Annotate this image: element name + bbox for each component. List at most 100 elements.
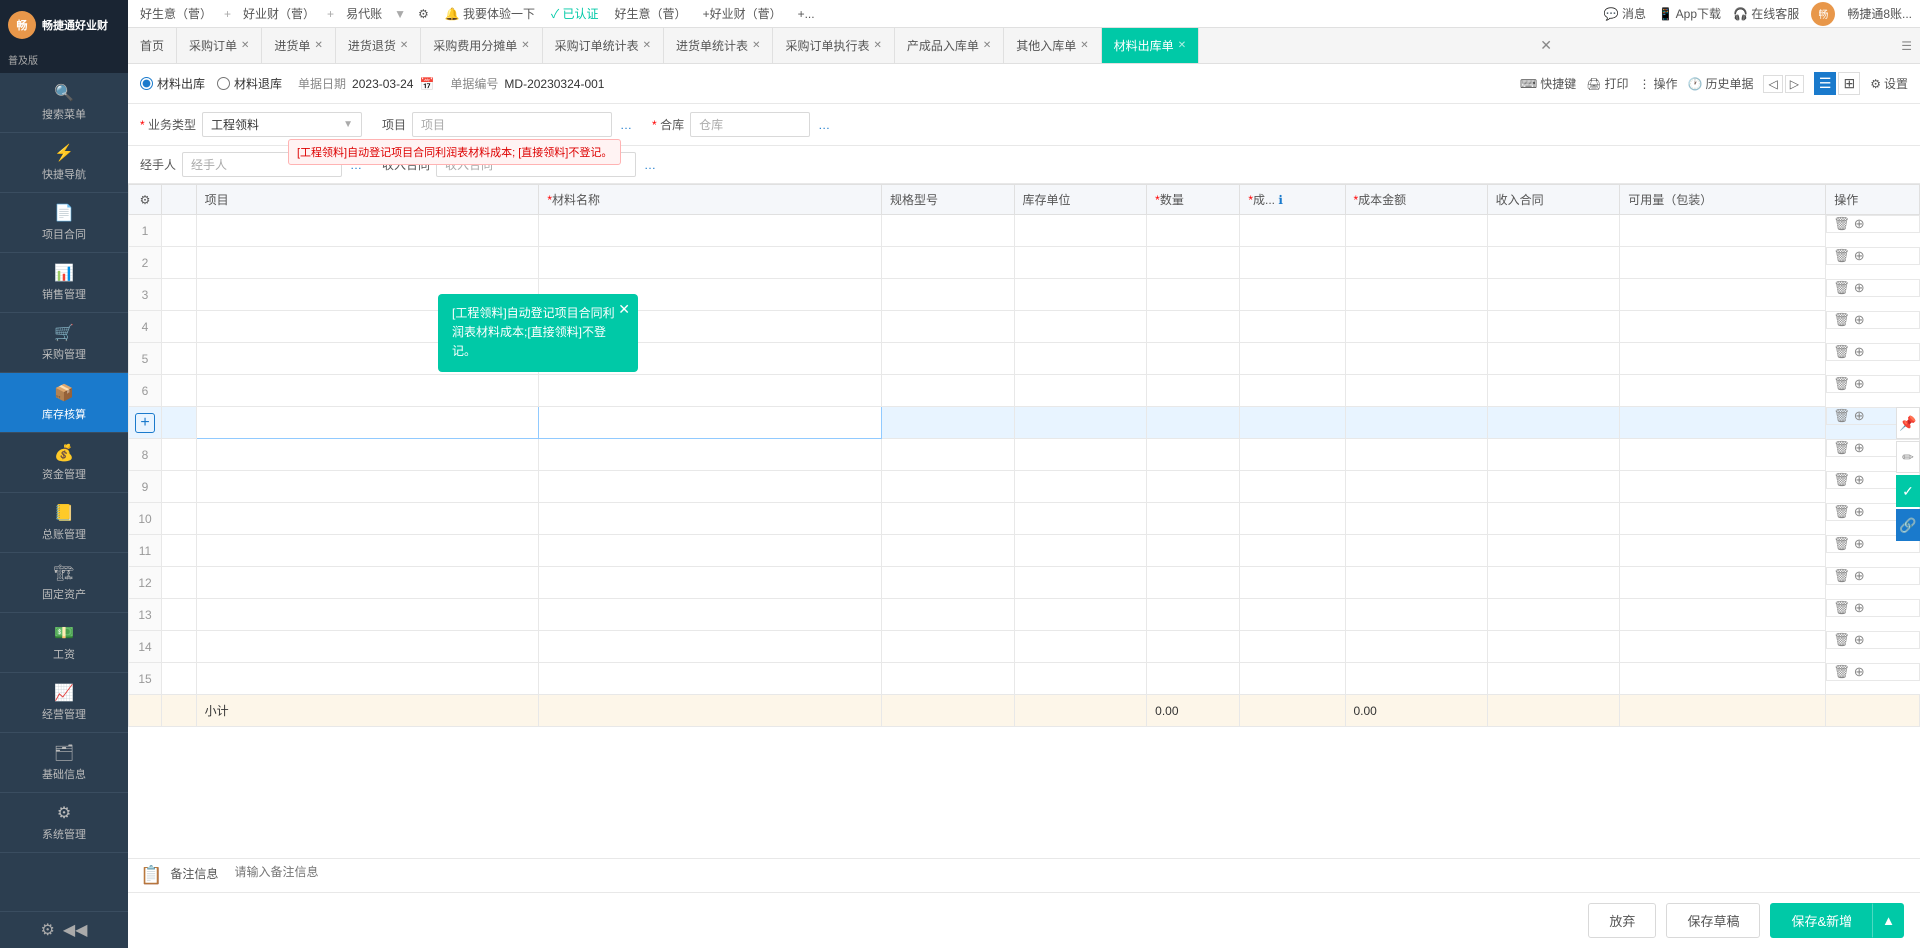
copy-row-btn[interactable]: ⊕	[1854, 312, 1865, 328]
quick-key-btn[interactable]: ⌨ 快捷键	[1520, 75, 1576, 92]
sidebar-item-payroll[interactable]: 💵 工资	[0, 613, 128, 673]
copy-row-btn[interactable]: ⊕	[1854, 408, 1865, 424]
copy-row-btn[interactable]: ⊕	[1854, 504, 1865, 520]
copy-row-btn[interactable]: ⊕	[1854, 536, 1865, 552]
settings-btn[interactable]: ⚙ 设置	[1870, 75, 1908, 92]
topbar-haoyecai[interactable]: 好业财（菅）	[239, 5, 319, 22]
sidebar-item-quick-nav[interactable]: ⚡ 快捷导航	[0, 133, 128, 193]
sidebar-item-ledger[interactable]: 📒 总账管理	[0, 493, 128, 553]
copy-row-btn[interactable]: ⊕	[1854, 440, 1865, 456]
operation-btn[interactable]: ⋮ 操作	[1638, 75, 1677, 92]
nav-prev[interactable]: ◁	[1763, 75, 1782, 93]
tab-incoming-stat[interactable]: 进货单统计表✕	[664, 28, 773, 63]
delete-row-btn[interactable]: 🗑	[1833, 632, 1850, 648]
right-float-check[interactable]: ✓	[1896, 475, 1920, 507]
warehouse-input[interactable]: 仓库	[690, 112, 810, 137]
sidebar-item-operations[interactable]: 📈 经营管理	[0, 673, 128, 733]
delete-row-btn[interactable]: 🗑	[1833, 248, 1850, 264]
warehouse-lookup-icon[interactable]: …	[818, 118, 830, 132]
delete-row-btn[interactable]: 🗑	[1833, 216, 1850, 232]
delete-row-btn[interactable]: 🗑	[1833, 344, 1850, 360]
topbar-app-download[interactable]: 📱 App下载	[1658, 5, 1721, 22]
tab-close-incoming[interactable]: ✕	[314, 40, 322, 51]
tab-purchase-order[interactable]: 采购订单✕	[177, 28, 262, 63]
sidebar-item-sales[interactable]: 📊 销售管理	[0, 253, 128, 313]
sidebar-item-basic-info[interactable]: 🗂 基础信息	[0, 733, 128, 793]
tab-more[interactable]: ☰	[1893, 28, 1920, 63]
topbar-experience[interactable]: 🔔 我要体验一下	[441, 5, 539, 22]
delete-row-btn[interactable]: 🗑	[1833, 280, 1850, 296]
delete-row-btn[interactable]: 🗑	[1833, 536, 1850, 552]
delete-row-btn[interactable]: 🗑	[1833, 568, 1850, 584]
save-draft-button[interactable]: 保存草稿	[1666, 903, 1760, 938]
copy-row-btn[interactable]: ⊕	[1854, 600, 1865, 616]
sidebar-item-finance[interactable]: 💰 资金管理	[0, 433, 128, 493]
print-btn[interactable]: 🖨 打印	[1586, 75, 1628, 92]
view-list-icon[interactable]: ☰	[1814, 72, 1837, 95]
tab-close-purchase-exec[interactable]: ✕	[873, 40, 881, 51]
topbar-more[interactable]: +...	[794, 7, 819, 21]
view-grid-icon[interactable]: ⊞	[1838, 72, 1860, 95]
save-new-button[interactable]: 保存&新增	[1770, 903, 1873, 938]
tab-purchase-exec[interactable]: 采购订单执行表✕	[773, 28, 894, 63]
tab-material-out[interactable]: 材料出库单✕	[1102, 28, 1199, 63]
delete-row-btn[interactable]: 🗑	[1833, 504, 1850, 520]
discard-button[interactable]: 放弃	[1588, 903, 1656, 938]
topbar-haoyecai2[interactable]: +好业财（菅）	[699, 5, 786, 22]
tab-purchase-cost[interactable]: 采购费用分摊单✕	[421, 28, 542, 63]
cost-info-icon[interactable]: ℹ	[1278, 193, 1283, 207]
right-float-pin[interactable]: 📌	[1896, 407, 1920, 439]
topbar-haoshengyi2[interactable]: 好生意（菅）	[611, 5, 691, 22]
date-value[interactable]: 2023-03-24	[352, 77, 413, 91]
sidebar-item-project-contract[interactable]: 📄 项目合同	[0, 193, 128, 253]
copy-row-btn[interactable]: ⊕	[1854, 248, 1865, 264]
tab-close-all[interactable]: ✕	[1532, 28, 1560, 63]
delete-row-btn[interactable]: 🗑	[1833, 664, 1850, 680]
delete-row-btn[interactable]: 🗑	[1833, 376, 1850, 392]
calendar-icon[interactable]: 📅	[419, 77, 434, 91]
delete-row-btn[interactable]: 🗑	[1833, 472, 1850, 488]
tab-product-storage[interactable]: 产成品入库单✕	[895, 28, 1004, 63]
topbar-dropdown-icon[interactable]: ▼	[394, 7, 406, 21]
col-settings[interactable]: ⚙	[129, 185, 162, 215]
tab-incoming[interactable]: 进货单✕	[262, 28, 335, 63]
topbar-haoshengyi[interactable]: 好生意（菅）	[136, 5, 216, 22]
save-new-dropdown-btn[interactable]: ▲	[1873, 903, 1904, 938]
delete-row-btn[interactable]: 🗑	[1833, 600, 1850, 616]
delete-row-btn[interactable]: 🗑	[1833, 440, 1850, 456]
sidebar-item-purchase[interactable]: 🛒 采购管理	[0, 313, 128, 373]
tab-close-other-storage[interactable]: ✕	[1080, 40, 1088, 51]
sidebar-item-system[interactable]: ⚙ 系统管理	[0, 793, 128, 853]
history-btn[interactable]: 🕐 历史单据	[1687, 75, 1753, 92]
radio-material-out[interactable]: 材料出库	[140, 75, 205, 92]
sidebar-settings-icon[interactable]: ⚙	[41, 920, 55, 940]
right-float-link[interactable]: 🔗	[1896, 509, 1920, 541]
tab-close-incoming-return[interactable]: ✕	[400, 40, 408, 51]
copy-row-btn[interactable]: ⊕	[1854, 216, 1865, 232]
delete-row-btn[interactable]: 🗑	[1833, 312, 1850, 328]
add-row-btn[interactable]: +	[135, 413, 155, 433]
copy-row-btn[interactable]: ⊕	[1854, 472, 1865, 488]
tooltip-close-btn[interactable]: ✕	[618, 298, 630, 320]
delete-row-btn[interactable]: 🗑	[1833, 408, 1850, 424]
business-type-input[interactable]: 工程领料 ▼	[202, 112, 362, 137]
sidebar-item-search[interactable]: 🔍 搜索菜单	[0, 73, 128, 133]
copy-row-btn[interactable]: ⊕	[1854, 280, 1865, 296]
bill-no-value[interactable]: MD-20230324-001	[504, 77, 604, 91]
income-contract-lookup-icon[interactable]: …	[644, 158, 656, 172]
tab-close-purchase-stat[interactable]: ✕	[643, 40, 651, 51]
copy-row-btn[interactable]: ⊕	[1854, 568, 1865, 584]
copy-row-btn[interactable]: ⊕	[1854, 344, 1865, 360]
copy-row-btn[interactable]: ⊕	[1854, 376, 1865, 392]
notes-input[interactable]	[234, 865, 1908, 879]
tab-close-material-out[interactable]: ✕	[1178, 40, 1186, 51]
project-input[interactable]: 项目	[412, 112, 612, 137]
row-material-input[interactable]	[545, 416, 875, 430]
row-project-input[interactable]	[203, 416, 533, 430]
sidebar-item-inventory[interactable]: 📦 库存核算	[0, 373, 128, 433]
copy-row-btn[interactable]: ⊕	[1854, 664, 1865, 680]
topbar-message[interactable]: 💬 消息	[1604, 5, 1646, 22]
tab-close-purchase-order[interactable]: ✕	[241, 40, 249, 51]
tab-home[interactable]: 首页	[128, 28, 177, 63]
tab-incoming-return[interactable]: 进货退货✕	[336, 28, 421, 63]
